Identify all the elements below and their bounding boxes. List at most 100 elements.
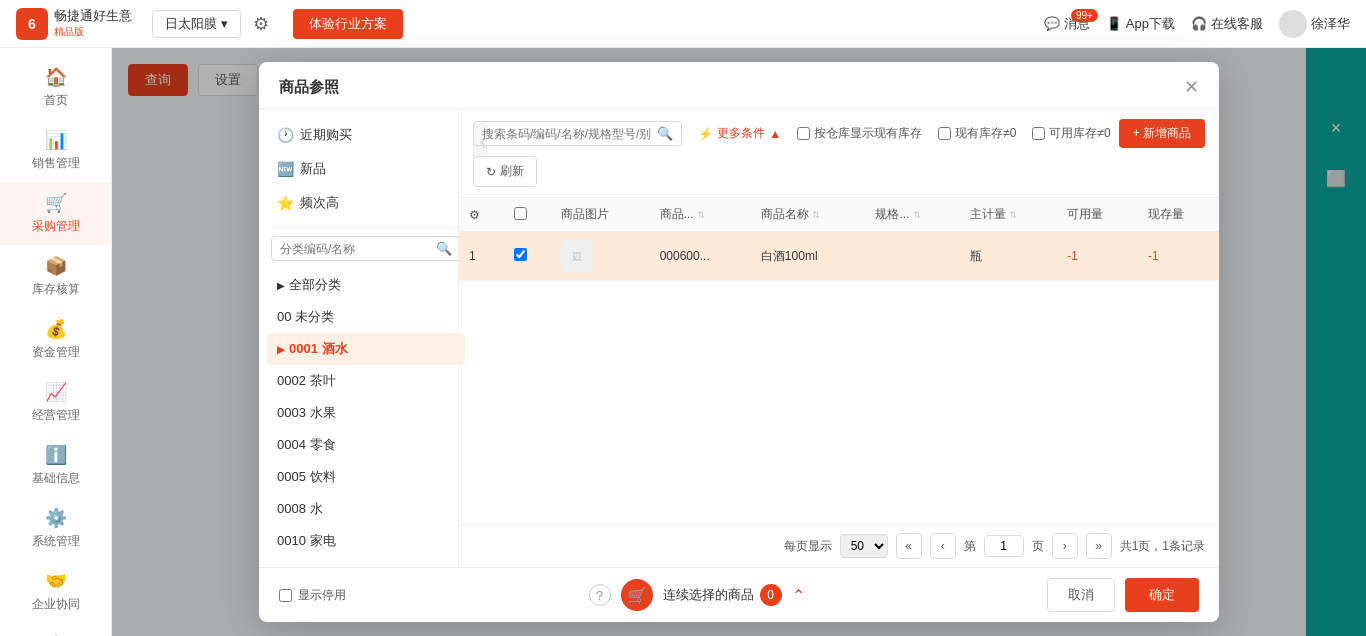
category-all[interactable]: ▶ 全部分类 xyxy=(267,269,465,301)
category-0003[interactable]: 0003 水果 xyxy=(267,397,465,429)
settings-icon[interactable]: ⚙ xyxy=(253,13,269,35)
sidebar-item-purchase[interactable]: 🛒 采购管理 xyxy=(0,182,111,245)
col-spec[interactable]: 规格... ⇅ xyxy=(865,198,959,232)
category-0002[interactable]: 0002 茶叶 xyxy=(267,365,465,397)
star-icon: ⭐ xyxy=(277,195,294,211)
left-divider xyxy=(271,227,461,228)
product-search-input[interactable] xyxy=(482,127,651,141)
page-size-select[interactable]: 50 xyxy=(840,534,888,558)
phone-icon: 📱 xyxy=(1106,16,1122,31)
left-panel: 🕐 近期购买 🆕 新品 ⭐ 频次高 xyxy=(259,109,459,567)
refresh-products-button[interactable]: ↻ 刷新 xyxy=(473,156,537,187)
row-checkbox-cell xyxy=(504,232,552,281)
system-icon: ⚙️ xyxy=(45,507,67,529)
add-product-button[interactable]: + 新增商品 xyxy=(1119,119,1205,148)
checkbox-available-stock-input[interactable] xyxy=(1032,127,1045,140)
footer-center: ? 🛒 连续选择的商品 0 ⌃ xyxy=(589,579,805,611)
checkbox-warehouse[interactable]: 按仓库显示现有库存 xyxy=(797,125,922,142)
experience-button[interactable]: 体验行业方案 xyxy=(293,9,403,39)
col-checkbox xyxy=(504,198,552,232)
top-nav: 6 畅捷通好生意 精品版 日太阳膜 ▾ ⚙ 体验行业方案 💬 消息 99+ 📱 … xyxy=(0,0,1366,48)
user-profile[interactable]: 徐泽华 xyxy=(1279,10,1350,38)
main-layout: 🏠 首页 📊 销售管理 🛒 采购管理 📦 库存核算 💰 资金管理 📈 经营管理 … xyxy=(0,48,1366,636)
sidebar-item-guide[interactable]: 🎓 新手引导 xyxy=(0,623,111,636)
category-0001[interactable]: ▶ 0001 酒水 xyxy=(267,333,465,365)
sidebar-item-operations[interactable]: 📈 经营管理 xyxy=(0,371,111,434)
online-service-button[interactable]: 🎧 在线客服 xyxy=(1191,15,1263,33)
checkbox-available-stock[interactable]: 可用库存≠0 xyxy=(1032,125,1110,142)
sidebar-item-inventory[interactable]: 📦 库存核算 xyxy=(0,245,111,308)
total-info: 共1页，1条记录 xyxy=(1120,538,1205,555)
col-stock: 现存量 xyxy=(1138,198,1219,232)
table-body: 1 🖼 000600... 白酒100ml xyxy=(459,232,1219,281)
show-disabled-checkbox[interactable] xyxy=(279,589,292,602)
product-reference-modal: 商品参照 ✕ 🕐 近期购买 xyxy=(259,62,1219,622)
cart-button[interactable]: 🛒 xyxy=(621,579,653,611)
chevron-down-icon: ▾ xyxy=(221,16,228,31)
row-stock: -1 xyxy=(1138,232,1219,281)
product-table: ⚙ 商品图片 商品... ⇅ xyxy=(459,198,1219,281)
filter-icon: ⚡ xyxy=(698,127,713,141)
more-filters-button[interactable]: ⚡ 更多条件 ▲ xyxy=(690,121,789,146)
col-settings[interactable]: ⚙ xyxy=(459,198,504,232)
category-0008[interactable]: 0008 水 xyxy=(267,493,465,525)
row-checkbox[interactable] xyxy=(514,248,527,261)
sidebar-item-basics[interactable]: ℹ️ 基础信息 xyxy=(0,434,111,497)
table-row[interactable]: 1 🖼 000600... 白酒100ml xyxy=(459,232,1219,281)
col-unit[interactable]: 主计量 ⇅ xyxy=(960,198,1057,232)
confirm-button[interactable]: 确定 xyxy=(1125,578,1199,612)
cancel-button[interactable]: 取消 xyxy=(1047,578,1115,612)
tab-frequent[interactable]: ⭐ 频次高 xyxy=(267,187,465,219)
show-disabled-label[interactable]: 显示停用 xyxy=(279,587,346,604)
arrow-icon: ▶ xyxy=(277,280,285,291)
checkbox-warehouse-input[interactable] xyxy=(797,127,810,140)
selected-count-display: 连续选择的商品 0 xyxy=(663,584,782,606)
category-0005[interactable]: 0005 饮料 xyxy=(267,461,465,493)
current-page-input[interactable] xyxy=(984,535,1024,557)
category-search-box: 🔍 xyxy=(271,236,461,261)
left-tabs: 🕐 近期购买 🆕 新品 ⭐ 频次高 xyxy=(259,119,473,219)
category-0010[interactable]: 0010 家电 xyxy=(267,525,465,557)
sort-icon-unit: ⇅ xyxy=(1009,209,1017,220)
category-search-input[interactable] xyxy=(280,242,430,256)
first-page-button[interactable]: « xyxy=(896,533,922,559)
row-spec xyxy=(865,232,959,281)
sales-icon: 📊 xyxy=(45,129,67,151)
sidebar-item-home[interactable]: 🏠 首页 xyxy=(0,56,111,119)
modal-close-button[interactable]: ✕ xyxy=(1184,76,1199,98)
tab-new-products[interactable]: 🆕 新品 xyxy=(267,153,465,185)
sidebar-item-sales[interactable]: 📊 销售管理 xyxy=(0,119,111,182)
messages-button[interactable]: 💬 消息 99+ xyxy=(1044,15,1090,33)
sidebar-item-enterprise[interactable]: 🤝 企业协同 xyxy=(0,560,111,623)
sort-icon-spec: ⇅ xyxy=(913,209,921,220)
search-icon: 🔍 xyxy=(436,241,452,256)
checkbox-existing-stock[interactable]: 现有库存≠0 xyxy=(938,125,1016,142)
last-page-button[interactable]: » xyxy=(1086,533,1112,559)
row-index: 1 xyxy=(459,232,504,281)
finance-icon: 💰 xyxy=(45,318,67,340)
app-download-button[interactable]: 📱 App下载 xyxy=(1106,15,1175,33)
page-size-label: 每页显示 xyxy=(784,538,832,555)
collapse-arrow-icon[interactable]: ⌃ xyxy=(792,586,805,605)
category-00[interactable]: 00 未分类 xyxy=(267,301,465,333)
checkbox-existing-stock-input[interactable] xyxy=(938,127,951,140)
product-table-wrapper: ⚙ 商品图片 商品... ⇅ xyxy=(459,198,1219,524)
category-0004[interactable]: 0004 零食 xyxy=(267,429,465,461)
filter-checkboxes: 按仓库显示现有库存 现有库存≠0 可用库存≠0 xyxy=(797,125,1111,142)
refresh-icon: ↻ xyxy=(486,165,496,179)
col-image: 商品图片 xyxy=(551,198,649,232)
headset-icon: 🎧 xyxy=(1191,16,1207,31)
select-all-checkbox[interactable] xyxy=(514,207,527,220)
enterprise-icon: 🤝 xyxy=(45,570,67,592)
tab-recent-purchase[interactable]: 🕐 近期购买 xyxy=(267,119,465,151)
next-page-button[interactable]: › xyxy=(1052,533,1078,559)
nav-right: 💬 消息 99+ 📱 App下载 🎧 在线客服 徐泽华 xyxy=(1044,10,1350,38)
sidebar-item-system[interactable]: ⚙️ 系统管理 xyxy=(0,497,111,560)
sidebar-item-finance[interactable]: 💰 资金管理 xyxy=(0,308,111,371)
prev-page-button[interactable]: ‹ xyxy=(930,533,956,559)
store-dropdown[interactable]: 日太阳膜 ▾ xyxy=(152,10,241,38)
col-code[interactable]: 商品... ⇅ xyxy=(650,198,751,232)
right-panel: 🔍 ⚡ 更多条件 ▲ 按仓库显示现有库存 xyxy=(459,109,1219,567)
help-icon[interactable]: ? xyxy=(589,584,611,606)
col-name[interactable]: 商品名称 ⇅ xyxy=(751,198,866,232)
